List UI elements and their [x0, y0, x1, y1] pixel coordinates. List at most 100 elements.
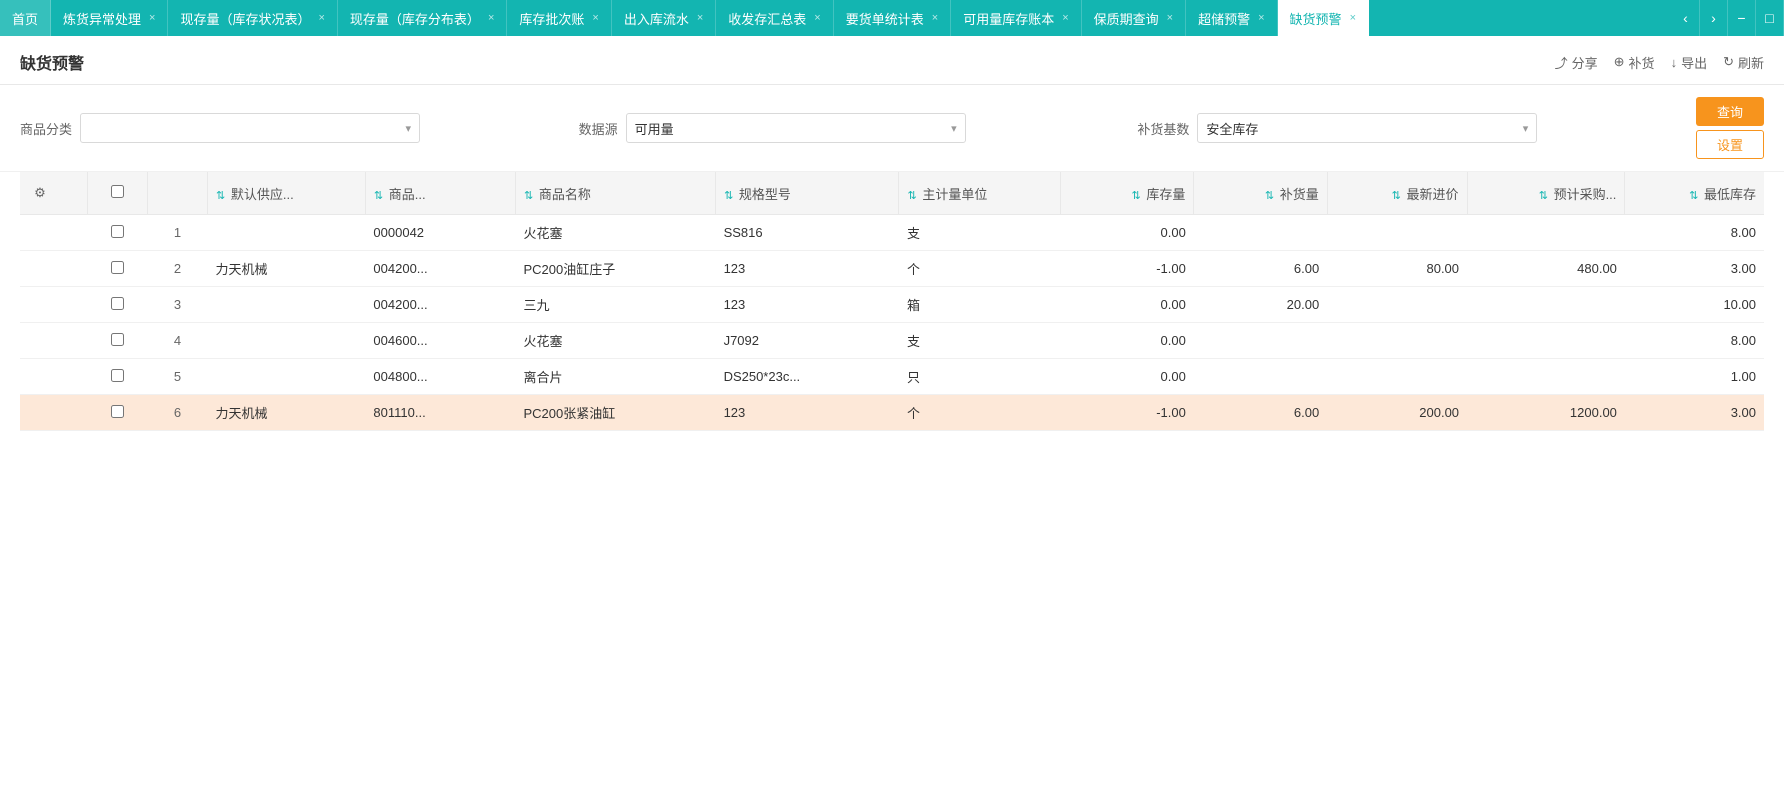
tab-overstock[interactable]: 超储预警 ×: [1186, 0, 1277, 36]
share-button[interactable]: ⤴ 分享: [1555, 53, 1598, 72]
row-code-cell: 004800...: [365, 359, 515, 395]
replenish-button[interactable]: ⊕ 补货: [1614, 53, 1655, 72]
replenish-base-label: 补货基数: [1137, 119, 1189, 138]
replenish-base-value: 安全库存: [1206, 119, 1258, 138]
category-select[interactable]: ▾: [80, 113, 420, 143]
row-stock-cell: 0.00: [1060, 359, 1193, 395]
col-header-replenish: ⇅ 补货量: [1194, 172, 1327, 215]
tab-maximize-button[interactable]: □: [1756, 0, 1784, 36]
tab-next-button[interactable]: ›: [1700, 0, 1728, 36]
tab-inout[interactable]: 出入库流水 ×: [612, 0, 716, 36]
replenish-base-filter-group: 补货基数 安全库存 ▾: [1137, 113, 1676, 143]
row-name-cell: 火花塞: [515, 215, 715, 251]
replenish-sort-icon: ⇅: [1265, 190, 1274, 202]
tab-close-overstock[interactable]: ×: [1258, 12, 1264, 24]
query-button[interactable]: 查询: [1696, 97, 1764, 126]
row-forecast-cell: [1467, 215, 1625, 251]
tab-demand[interactable]: 要货单统计表 ×: [834, 0, 951, 36]
unit-sort-icon: ⇅: [907, 190, 916, 202]
settings-button[interactable]: 设置: [1696, 130, 1764, 159]
row-settings-cell: [20, 323, 88, 359]
row-name-cell: PC200油缸庄子: [515, 251, 715, 287]
row-price-cell: [1327, 323, 1467, 359]
row-unit-cell: 个: [899, 251, 1061, 287]
row-no-cell: 2: [148, 251, 208, 287]
row-check-cell: [88, 251, 148, 287]
main-content: 缺货预警 ⤴ 分享 ⊕ 补货 ↓ 导出 ↻ 刷新 商品分类: [0, 36, 1784, 796]
row-name-cell: 离合片: [515, 359, 715, 395]
row-replenish-cell: 6.00: [1194, 395, 1327, 431]
row-supplier-cell: [208, 287, 366, 323]
row-price-cell: 80.00: [1327, 251, 1467, 287]
row-check-cell: [88, 323, 148, 359]
tab-prev-button[interactable]: ‹: [1672, 0, 1700, 36]
tab-nav-buttons: ‹ › − □: [1672, 0, 1784, 36]
datasource-select-wrapper: 可用量 ▾: [626, 113, 966, 143]
tab-expiry[interactable]: 保质期查询 ×: [1082, 0, 1186, 36]
tab-stock-dist[interactable]: 现存量（库存分布表） ×: [338, 0, 507, 36]
select-all-checkbox[interactable]: [111, 185, 124, 198]
tab-close-shortage[interactable]: ×: [1350, 12, 1356, 24]
row-price-cell: [1327, 359, 1467, 395]
tab-batch[interactable]: 库存批次账 ×: [507, 0, 611, 36]
tab-shortage[interactable]: 缺货预警 ×: [1278, 0, 1369, 36]
tab-close-abnormal[interactable]: ×: [149, 12, 155, 24]
row-price-cell: 200.00: [1327, 395, 1467, 431]
row-spec-cell: DS250*23c...: [716, 359, 899, 395]
tab-close-expiry[interactable]: ×: [1167, 12, 1173, 24]
row-replenish-cell: 20.00: [1194, 287, 1327, 323]
minstock-sort-icon: ⇅: [1689, 190, 1698, 202]
table-row: 5 004800... 离合片 DS250*23c... 只 0.00 1.00: [20, 359, 1764, 395]
col-header-settings: ⚙: [20, 172, 88, 215]
row-settings-cell: [20, 395, 88, 431]
row-replenish-cell: 6.00: [1194, 251, 1327, 287]
row-checkbox-4[interactable]: [111, 369, 124, 382]
row-checkbox-2[interactable]: [111, 297, 124, 310]
row-code-cell: 0000042: [365, 215, 515, 251]
row-price-cell: [1327, 215, 1467, 251]
row-checkbox-1[interactable]: [111, 261, 124, 274]
row-checkbox-3[interactable]: [111, 333, 124, 346]
row-name-cell: 三九: [515, 287, 715, 323]
category-filter-group: 商品分类 ▾: [20, 113, 559, 143]
row-forecast-cell: [1467, 323, 1625, 359]
tab-minimize-button[interactable]: −: [1728, 0, 1756, 36]
spec-sort-icon: ⇅: [724, 190, 733, 202]
replenish-base-select[interactable]: 安全库存 ▾: [1197, 113, 1537, 143]
row-spec-cell: J7092: [716, 323, 899, 359]
tab-close-stock-dist[interactable]: ×: [488, 12, 494, 24]
tab-bar: 首页 炼货异常处理 × 现存量（库存状况表） × 现存量（库存分布表） × 库存…: [0, 0, 1784, 36]
tab-close-stock-status[interactable]: ×: [318, 12, 324, 24]
table-settings-icon[interactable]: ⚙: [28, 181, 52, 205]
row-code-cell: 801110...: [365, 395, 515, 431]
share-icon: ⤴: [1555, 53, 1568, 72]
tab-close-receive[interactable]: ×: [814, 12, 820, 24]
row-supplier-cell: [208, 215, 366, 251]
datasource-label: 数据源: [579, 119, 618, 138]
export-button[interactable]: ↓ 导出: [1671, 53, 1708, 72]
row-unit-cell: 个: [899, 395, 1061, 431]
tab-close-available[interactable]: ×: [1062, 12, 1068, 24]
tab-close-inout[interactable]: ×: [697, 12, 703, 24]
row-checkbox-5[interactable]: [111, 405, 124, 418]
shortage-table: ⚙ ⇅ 默认供应... ⇅ 商品... ⇅: [20, 172, 1764, 431]
tab-receive[interactable]: 收发存汇总表 ×: [716, 0, 833, 36]
tab-available[interactable]: 可用量库存账本 ×: [951, 0, 1081, 36]
row-unit-cell: 支: [899, 323, 1061, 359]
table-header-row: ⚙ ⇅ 默认供应... ⇅ 商品... ⇅: [20, 172, 1764, 215]
category-label: 商品分类: [20, 119, 72, 138]
row-code-cell: 004200...: [365, 287, 515, 323]
row-checkbox-0[interactable]: [111, 225, 124, 238]
tab-abnormal[interactable]: 炼货异常处理 ×: [51, 0, 168, 36]
row-supplier-cell: [208, 323, 366, 359]
tab-close-batch[interactable]: ×: [592, 12, 598, 24]
tab-home[interactable]: 首页: [0, 0, 51, 36]
datasource-select[interactable]: 可用量 ▾: [626, 113, 966, 143]
refresh-button[interactable]: ↻ 刷新: [1723, 53, 1764, 72]
row-supplier-cell: 力天机械: [208, 395, 366, 431]
replenish-base-select-wrapper: 安全库存 ▾: [1197, 113, 1537, 143]
supplier-sort-icon: ⇅: [216, 190, 225, 202]
col-header-check: [88, 172, 148, 215]
tab-stock-status[interactable]: 现存量（库存状况表） ×: [168, 0, 337, 36]
tab-close-demand[interactable]: ×: [932, 12, 938, 24]
